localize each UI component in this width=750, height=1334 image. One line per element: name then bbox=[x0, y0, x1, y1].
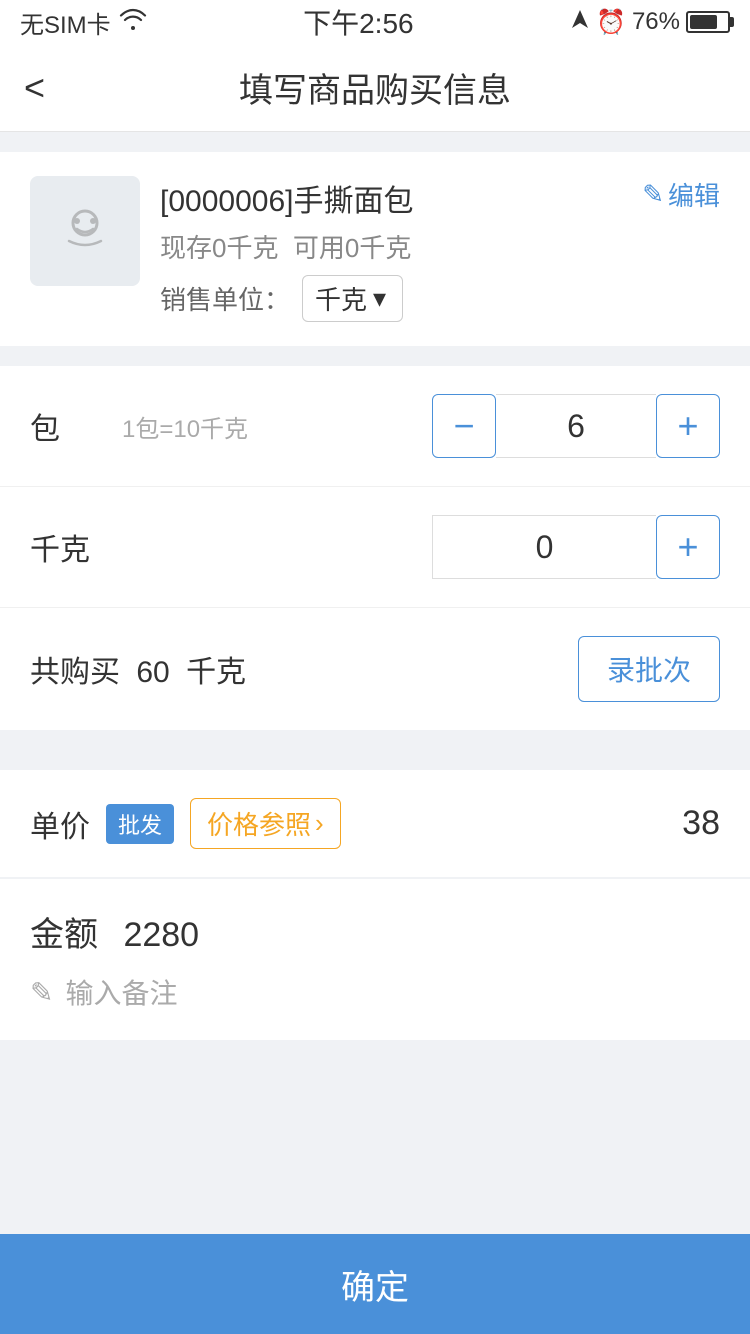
status-left: 无SIM卡 bbox=[20, 5, 147, 40]
total-text: 共购买 60 千克 bbox=[30, 647, 246, 691]
kilogram-label: 千克 bbox=[30, 525, 110, 569]
price-type-tag: 批发 bbox=[106, 804, 174, 844]
battery-icon bbox=[686, 11, 730, 33]
price-row: 单价 批发 价格参照 › 38 bbox=[30, 798, 720, 849]
edit-note-icon: ✎ bbox=[30, 976, 53, 1009]
price-ref-button[interactable]: 价格参照 › bbox=[190, 798, 341, 849]
price-value: 38 bbox=[682, 804, 720, 843]
note-placeholder: 输入备注 bbox=[65, 972, 177, 1012]
package-section: 包 1包=10千克 − + 千克 0 + bbox=[0, 366, 750, 608]
battery-percent: 76% bbox=[632, 8, 680, 36]
total-row: 共购买 60 千克 录批次 bbox=[0, 608, 750, 730]
amount-section: 金额 2280 ✎ 输入备注 bbox=[0, 879, 750, 1040]
confirm-button[interactable]: 确定 bbox=[0, 1234, 750, 1334]
batch-button[interactable]: 录批次 bbox=[578, 636, 720, 702]
arrow-right-icon: › bbox=[315, 808, 324, 839]
amount-row: 金额 2280 bbox=[30, 907, 720, 956]
kilogram-plus-button[interactable]: + bbox=[656, 515, 720, 579]
product-stock: 现存0千克 可用0千克 bbox=[160, 228, 720, 265]
product-unit-row: 销售单位： 千克 ▾ bbox=[160, 275, 720, 322]
note-row[interactable]: ✎ 输入备注 bbox=[30, 972, 720, 1012]
status-bar: 无SIM卡 下午2:56 ⏰ 76% bbox=[0, 0, 750, 44]
edit-icon: ✎ bbox=[642, 179, 664, 210]
separator-1 bbox=[0, 346, 750, 366]
price-section: 单价 批发 价格参照 › 38 bbox=[0, 770, 750, 877]
package-plus-button[interactable]: + bbox=[656, 394, 720, 458]
kilogram-row: 千克 0 + bbox=[0, 487, 750, 608]
edit-button[interactable]: ✎ 编辑 bbox=[642, 176, 720, 213]
status-time: 下午2:56 bbox=[303, 2, 414, 42]
product-card: [0000006]手撕面包 现存0千克 可用0千克 销售单位： 千克 ▾ ✎ 编… bbox=[0, 152, 750, 346]
location-icon bbox=[570, 8, 590, 37]
kilogram-value: 0 bbox=[432, 515, 656, 579]
kilogram-stepper: 0 + bbox=[432, 515, 720, 579]
unit-select[interactable]: 千克 ▾ bbox=[302, 275, 403, 322]
carrier-label: 无SIM卡 bbox=[20, 5, 111, 40]
status-right: ⏰ 76% bbox=[570, 8, 730, 37]
product-info: [0000006]手撕面包 现存0千克 可用0千克 销售单位： 千克 ▾ bbox=[160, 176, 720, 322]
back-button[interactable]: < bbox=[24, 67, 45, 109]
price-label: 单价 bbox=[30, 802, 90, 846]
package-label: 包 bbox=[30, 404, 110, 448]
nav-bar: < 填写商品购买信息 bbox=[0, 44, 750, 132]
product-thumbnail bbox=[30, 176, 140, 286]
wifi-icon bbox=[119, 8, 147, 37]
alarm-icon: ⏰ bbox=[596, 8, 626, 37]
package-row: 包 1包=10千克 − + bbox=[0, 366, 750, 487]
package-hint: 1包=10千克 bbox=[122, 409, 432, 444]
package-stepper: − + bbox=[432, 394, 720, 458]
package-input[interactable] bbox=[496, 394, 656, 458]
package-minus-button[interactable]: − bbox=[432, 394, 496, 458]
chevron-down-icon: ▾ bbox=[373, 283, 386, 314]
separator-2 bbox=[0, 730, 750, 750]
page-title: 填写商品购买信息 bbox=[239, 63, 511, 112]
product-name: [0000006]手撕面包 bbox=[160, 176, 720, 220]
